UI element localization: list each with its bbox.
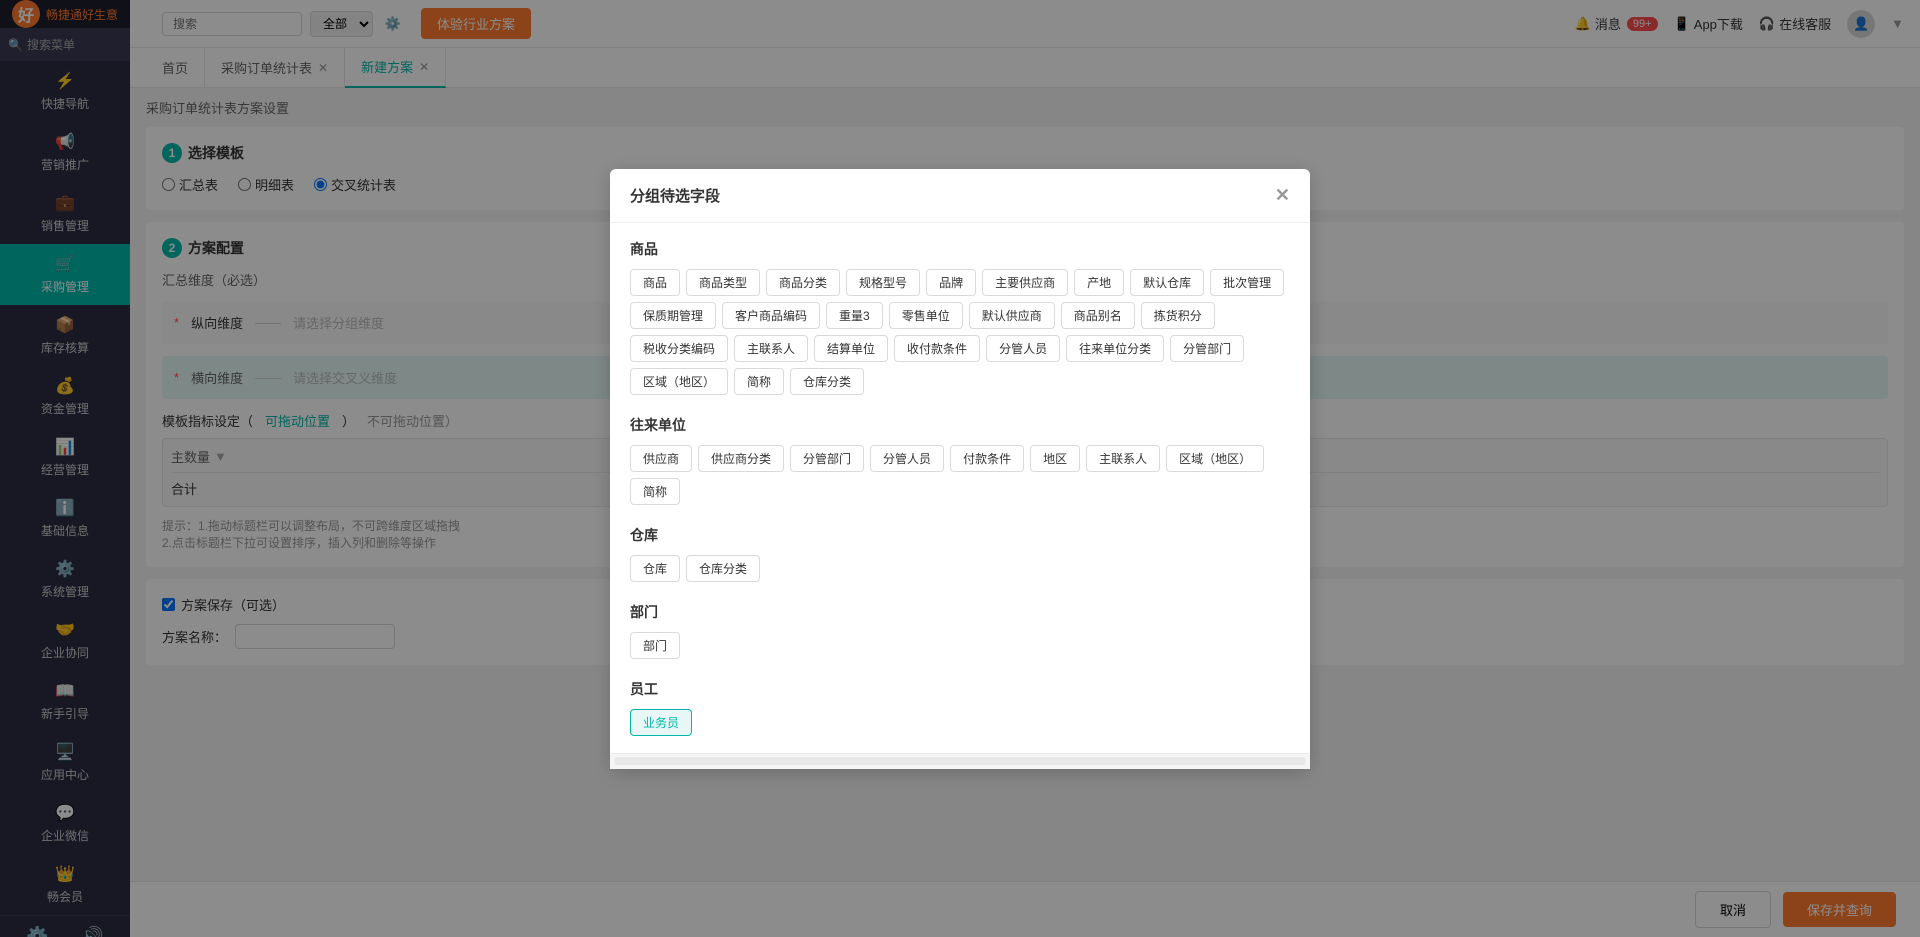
field-tag-0-14[interactable]: 商品别名 (1061, 302, 1135, 329)
dialog-hscroll (610, 753, 1310, 769)
dialog-section-title-3: 部门 (630, 602, 1290, 622)
field-tag-0-12[interactable]: 零售单位 (889, 302, 963, 329)
field-tag-1-6[interactable]: 主联系人 (1086, 445, 1160, 472)
field-tag-2-0[interactable]: 仓库 (630, 555, 680, 582)
dialog-section-tags-2: 仓库仓库分类 (630, 555, 1290, 582)
field-tag-2-1[interactable]: 仓库分类 (686, 555, 760, 582)
field-tag-1-2[interactable]: 分管部门 (790, 445, 864, 472)
dialog-section-title-2: 仓库 (630, 525, 1290, 545)
field-tag-0-7[interactable]: 默认仓库 (1130, 269, 1204, 296)
field-tag-1-7[interactable]: 区域（地区） (1166, 445, 1264, 472)
field-tag-1-3[interactable]: 分管人员 (870, 445, 944, 472)
dialog-section-1: 往来单位供应商供应商分类分管部门分管人员付款条件地区主联系人区域（地区） 简称 (630, 415, 1290, 505)
dialog-section-0: 商品商品商品类型商品分类规格型号品牌主要供应商产地默认仓库批次管理保质期管理客户… (630, 239, 1290, 395)
dialog-section-4: 员工业务员 (630, 679, 1290, 736)
dialog-close-button[interactable]: ✕ (1275, 185, 1290, 206)
dialog-section-tags-0: 商品商品类型商品分类规格型号品牌主要供应商产地默认仓库批次管理保质期管理客户商品… (630, 269, 1290, 395)
field-tag-1-0[interactable]: 供应商 (630, 445, 692, 472)
field-tag-0-20[interactable]: 分管人员 (986, 335, 1060, 362)
dialog-section-tags-3: 部门 (630, 632, 1290, 659)
dialog: 分组待选字段 ✕ 商品商品商品类型商品分类规格型号品牌主要供应商产地默认仓库批次… (610, 169, 1310, 769)
dialog-section-2: 仓库仓库仓库分类 (630, 525, 1290, 582)
hscroll-bar (614, 757, 1306, 765)
field-tag-0-11[interactable]: 重量3 (826, 302, 883, 329)
dialog-section-title-4: 员工 (630, 679, 1290, 699)
dialog-section-3: 部门部门 (630, 602, 1290, 659)
field-tag-3-0[interactable]: 部门 (630, 632, 680, 659)
field-tag-0-3[interactable]: 规格型号 (846, 269, 920, 296)
dialog-section-title-0: 商品 (630, 239, 1290, 259)
dialog-body: 商品商品商品类型商品分类规格型号品牌主要供应商产地默认仓库批次管理保质期管理客户… (610, 223, 1310, 753)
field-tag-0-21[interactable]: 往来单位分类 (1066, 335, 1164, 362)
field-tag-1-5[interactable]: 地区 (1030, 445, 1080, 472)
field-tag-1-1[interactable]: 供应商分类 (698, 445, 784, 472)
field-tag-0-4[interactable]: 品牌 (926, 269, 976, 296)
field-tag-4-0[interactable]: 业务员 (630, 709, 692, 736)
field-tag-0-16[interactable]: 税收分类编码 (630, 335, 728, 362)
field-tag-0-2[interactable]: 商品分类 (766, 269, 840, 296)
field-tag-0-17[interactable]: 主联系人 (734, 335, 808, 362)
dialog-section-tags-4: 业务员 (630, 709, 1290, 736)
dialog-header: 分组待选字段 ✕ (610, 169, 1310, 223)
field-tag-0-5[interactable]: 主要供应商 (982, 269, 1068, 296)
field-tag-0-6[interactable]: 产地 (1074, 269, 1124, 296)
dialog-title: 分组待选字段 (630, 185, 720, 206)
dialog-section-tags-1: 供应商供应商分类分管部门分管人员付款条件地区主联系人区域（地区） 简称 (630, 445, 1290, 505)
field-tag-0-22[interactable]: 分管部门 (1170, 335, 1244, 362)
field-tag-0-15[interactable]: 拣货积分 (1141, 302, 1215, 329)
field-tag-0-1[interactable]: 商品类型 (686, 269, 760, 296)
field-tag-1-4[interactable]: 付款条件 (950, 445, 1024, 472)
field-tag-0-23[interactable]: 区域（地区） (630, 368, 728, 395)
field-tag-0-18[interactable]: 结算单位 (814, 335, 888, 362)
field-tag-1-8[interactable]: 简称 (630, 478, 680, 505)
field-tag-0-8[interactable]: 批次管理 (1210, 269, 1284, 296)
field-tag-0-10[interactable]: 客户商品编码 (722, 302, 820, 329)
dialog-section-title-1: 往来单位 (630, 415, 1290, 435)
field-tag-0-25[interactable]: 仓库分类 (790, 368, 864, 395)
field-tag-0-9[interactable]: 保质期管理 (630, 302, 716, 329)
field-tag-0-19[interactable]: 收付款条件 (894, 335, 980, 362)
field-tag-0-24[interactable]: 简称 (734, 368, 784, 395)
field-tag-0-0[interactable]: 商品 (630, 269, 680, 296)
field-tag-0-13[interactable]: 默认供应商 (969, 302, 1055, 329)
modal-overlay: 分组待选字段 ✕ 商品商品商品类型商品分类规格型号品牌主要供应商产地默认仓库批次… (0, 0, 1920, 937)
